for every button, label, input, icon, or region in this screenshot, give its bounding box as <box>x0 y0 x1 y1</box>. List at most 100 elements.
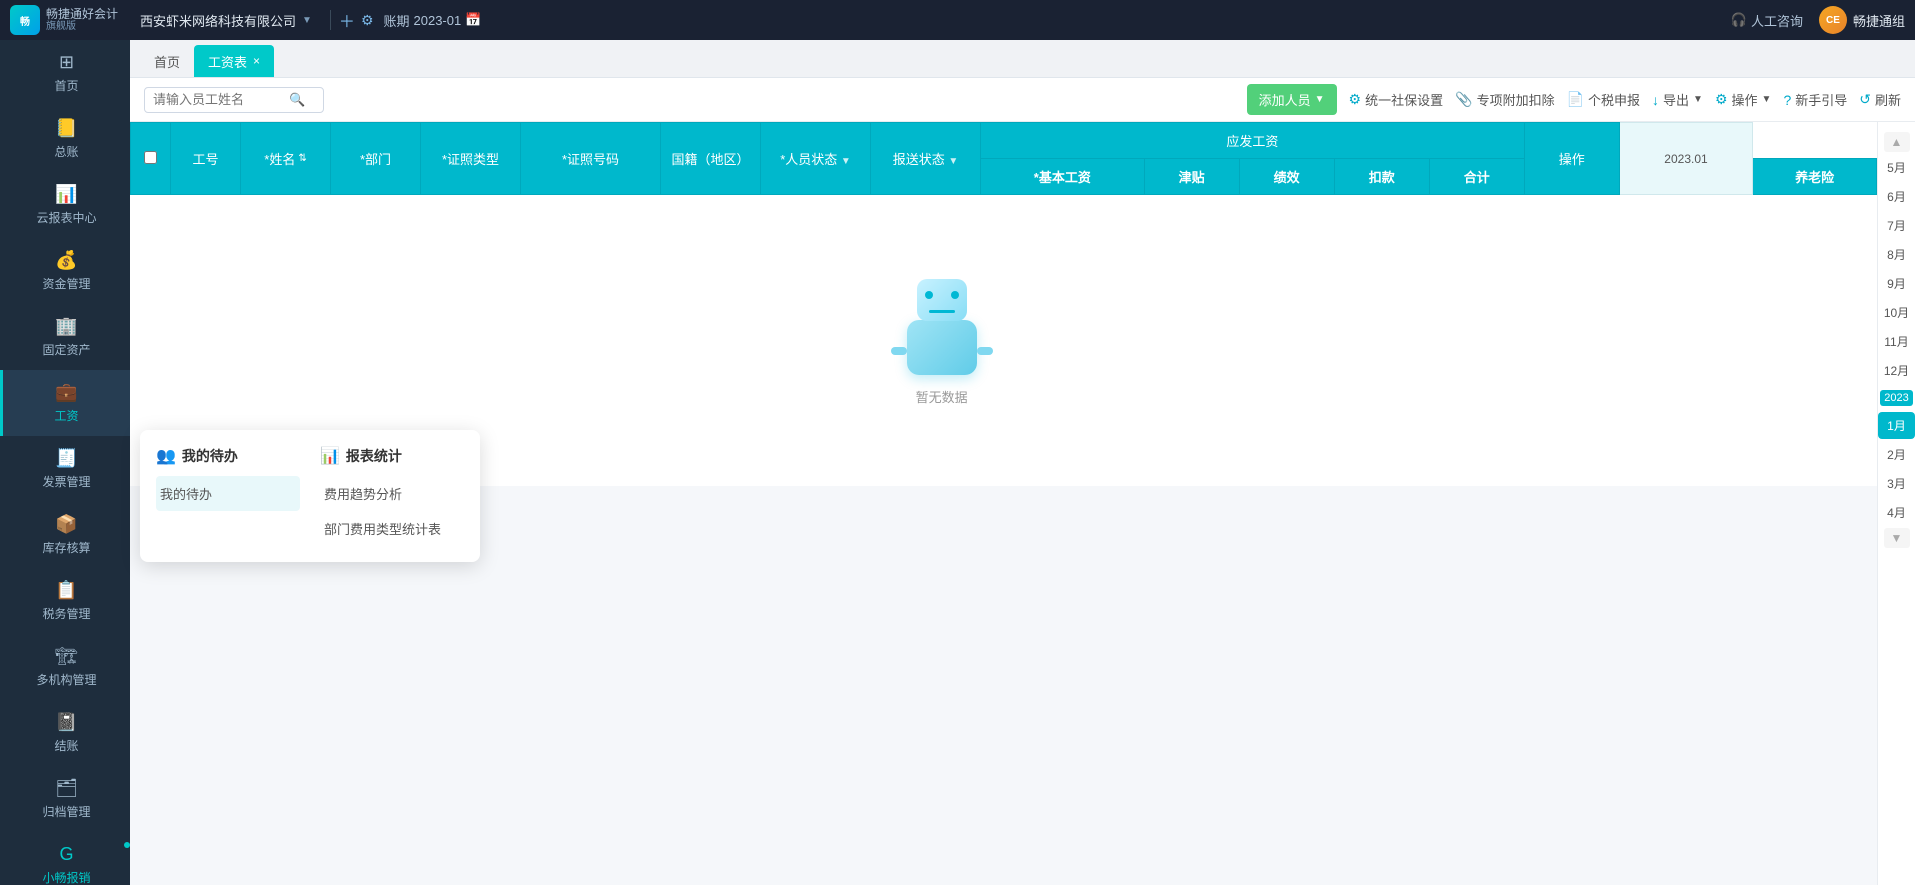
user-avatar-area[interactable]: CE 畅捷通组 <box>1819 6 1905 34</box>
tab-close-icon[interactable]: × <box>253 54 260 68</box>
table-header-row1: 工号 *姓名 ⇅ *部门 *证照类型 *证照号码 国籍（地区） <box>131 123 1877 159</box>
guide-toolbar-icon: ? <box>1783 92 1791 108</box>
social-insurance-button[interactable]: ⚙ 统一社保设置 <box>1349 90 1444 109</box>
tab-salary-label: 工资表 <box>208 52 247 71</box>
robot-mouth <box>929 310 955 313</box>
sidebar-item-home[interactable]: ⊞ 首页 <box>0 40 130 106</box>
sidebar-label-invoice: 发票管理 <box>42 473 90 490</box>
popup-col-todo-title: 👥 我的待办 <box>156 446 300 466</box>
inventory-icon: 📦 <box>55 514 77 535</box>
period-label: 账期 <box>384 11 410 30</box>
fixed-assets-icon: 🏢 <box>55 316 77 337</box>
th-performance: 绩效 <box>1239 159 1334 195</box>
month-jun[interactable]: 6月 <box>1878 183 1915 210</box>
top-bar: 畅 畅捷通好会计 旗舰版 西安虾米网络科技有限公司 ▼ ＋ ⚙ 账期 2023-… <box>0 0 1915 40</box>
month-dec[interactable]: 12月 <box>1878 357 1915 384</box>
special-deduction-button[interactable]: 📎 专项附加扣除 <box>1455 90 1554 109</box>
th-report-status: 报送状态 ▼ <box>871 123 981 195</box>
popup-item-my-todo[interactable]: 我的待办 <box>156 476 300 511</box>
refresh-button[interactable]: ↺ 刷新 <box>1859 90 1901 109</box>
sidebar-item-close-period[interactable]: 📓 结账 <box>0 700 130 766</box>
month-aug[interactable]: 8月 <box>1878 241 1915 268</box>
popup-col-report: 📊 报表统计 费用趋势分析 部门费用类型统计表 <box>320 446 464 546</box>
toolbar: 🔍 添加人员 ▼ ⚙ 统一社保设置 📎 专项附加扣除 📄 个税申报 <box>130 78 1915 122</box>
add-company-button[interactable]: ＋ <box>339 8 355 32</box>
sidebar-label-archive: 归档管理 <box>42 803 90 820</box>
month-oct[interactable]: 10月 <box>1878 299 1915 326</box>
sidebar-item-archive[interactable]: 🗂 归档管理 <box>0 766 130 832</box>
month-mar[interactable]: 3月 <box>1878 470 1915 497</box>
robot-left-eye <box>925 291 933 299</box>
export-dropdown-icon: ▼ <box>1693 94 1703 105</box>
search-box[interactable]: 🔍 <box>144 87 324 113</box>
right-panel: ▲ 5月 6月 7月 8月 9月 10月 11月 12月 2023 1月 2月 … <box>1877 122 1915 885</box>
logo-area: 畅 畅捷通好会计 旗舰版 <box>10 5 130 35</box>
company-selector[interactable]: 西安虾米网络科技有限公司 ▼ <box>130 11 322 30</box>
tax-declare-button[interactable]: 📄 个税申报 <box>1567 90 1640 109</box>
search-input[interactable] <box>153 92 283 107</box>
month-jan[interactable]: 1月 <box>1878 412 1915 439</box>
export-button[interactable]: ↓ 导出 ▼ <box>1652 90 1703 109</box>
name-sort-icon[interactable]: ⇅ <box>298 153 306 164</box>
sidebar-item-ledger[interactable]: 📒 总账 <box>0 106 130 172</box>
sidebar-item-tax[interactable]: 📋 税务管理 <box>0 568 130 634</box>
th-name: *姓名 ⇅ <box>241 123 331 195</box>
th-department: *部门 <box>331 123 421 195</box>
th-employee-id: 工号 <box>171 123 241 195</box>
search-icon[interactable]: 🔍 <box>289 92 305 108</box>
sidebar-item-xiao-chang[interactable]: G 小畅报销 <box>0 832 130 885</box>
scroll-up-button[interactable]: ▲ <box>1884 132 1910 152</box>
sidebar-item-inventory[interactable]: 📦 库存核算 <box>0 502 130 568</box>
month-sep[interactable]: 9月 <box>1878 270 1915 297</box>
company-settings-icon[interactable]: ⚙ <box>361 12 374 29</box>
tab-salary[interactable]: 工资表 × <box>194 45 274 77</box>
sidebar-item-fixed-assets[interactable]: 🏢 固定资产 <box>0 304 130 370</box>
operations-dropdown-icon: ▼ <box>1762 94 1772 105</box>
sidebar-label-close-period: 结账 <box>54 737 78 754</box>
avatar: CE <box>1819 6 1847 34</box>
sidebar-label-ledger: 总账 <box>54 143 78 160</box>
add-person-button[interactable]: 添加人员 ▼ <box>1247 84 1337 115</box>
sidebar-item-salary[interactable]: 💼 工资 <box>0 370 130 436</box>
sidebar: ⊞ 首页 📒 总账 📊 云报表中心 💰 资金管理 🏢 固定资产 💼 工资 🧾 发… <box>0 40 130 885</box>
add-person-label: 添加人员 <box>1259 90 1311 109</box>
month-jul[interactable]: 7月 <box>1878 212 1915 239</box>
divider <box>330 10 331 30</box>
scroll-down-button[interactable]: ▼ <box>1884 528 1910 548</box>
popup-col-todo: 👥 我的待办 我的待办 <box>156 446 300 546</box>
fund-icon: 💰 <box>55 250 77 271</box>
popup-item-dept-expense[interactable]: 部门费用类型统计表 <box>320 511 464 546</box>
operations-button[interactable]: ⚙ 操作 ▼ <box>1715 90 1771 109</box>
tab-home[interactable]: 首页 <box>140 45 194 77</box>
personnel-status-filter-icon[interactable]: ▼ <box>841 156 851 167</box>
robot-body <box>907 320 977 375</box>
sidebar-item-invoice[interactable]: 🧾 发票管理 <box>0 436 130 502</box>
month-apr[interactable]: 4月 <box>1878 499 1915 526</box>
report-icon: 📊 <box>320 446 340 466</box>
period-value: 2023-01 <box>414 13 462 28</box>
refresh-icon: ↺ <box>1859 91 1871 108</box>
social-insurance-icon: ⚙ <box>1349 91 1362 108</box>
sidebar-item-cloud-report[interactable]: 📊 云报表中心 <box>0 172 130 238</box>
year-badge: 2023 <box>1880 390 1913 406</box>
month-nov[interactable]: 11月 <box>1878 328 1915 355</box>
th-date-column: 2023.01 <box>1619 123 1752 195</box>
popup-item-expense-trend[interactable]: 费用趋势分析 <box>320 476 464 511</box>
period-area: 账期 2023-01 📅 <box>384 11 482 30</box>
toolbar-right: 添加人员 ▼ ⚙ 统一社保设置 📎 专项附加扣除 📄 个税申报 ↓ 导 <box>1247 84 1901 115</box>
sidebar-item-multi-org[interactable]: 🏗 多机构管理 <box>0 634 130 700</box>
guide-button[interactable]: ? 新手引导 <box>1783 90 1847 109</box>
user-service-button[interactable]: 🎧 人工咨询 <box>1731 11 1803 30</box>
chevron-down-icon: ▼ <box>302 15 312 26</box>
sidebar-item-fund[interactable]: 💰 资金管理 <box>0 238 130 304</box>
robot-head <box>917 279 967 321</box>
month-may[interactable]: 5月 <box>1878 154 1915 181</box>
top-right: 🎧 人工咨询 CE 畅捷通组 <box>1731 6 1905 34</box>
calendar-icon[interactable]: 📅 <box>465 12 481 28</box>
th-base-salary: *基本工资 <box>981 159 1145 195</box>
select-all-checkbox[interactable] <box>144 151 157 164</box>
month-feb[interactable]: 2月 <box>1878 441 1915 468</box>
report-status-filter-icon[interactable]: ▼ <box>948 156 958 167</box>
operations-icon: ⚙ <box>1715 91 1728 108</box>
sidebar-label-xiao-chang: 小畅报销 <box>42 869 90 885</box>
